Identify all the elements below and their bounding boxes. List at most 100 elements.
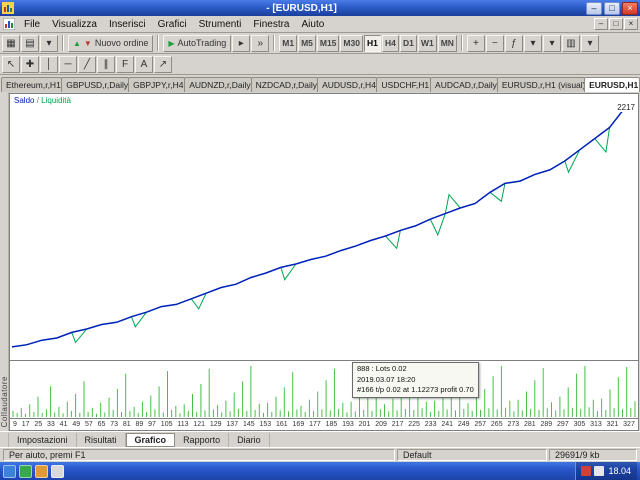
x-tick: 81 — [122, 421, 131, 428]
maximize-button[interactable]: □ — [604, 1, 620, 15]
templates-icon[interactable]: ▥ — [561, 34, 580, 52]
chart-tab-eurusd-r-h1-visual[interactable]: EURUSD,r,H1 (visual) — [496, 77, 586, 92]
zoom-out-icon[interactable]: − — [485, 34, 504, 52]
menu-finestra[interactable]: Finestra — [247, 18, 295, 31]
chart-tab-gbpjpy-r-h4[interactable]: GBPJPY,r,H4 — [128, 77, 186, 92]
chart-tab-audcad-r-daily[interactable]: AUDCAD,r,Daily — [430, 77, 498, 92]
tester-tab-grafico[interactable]: Grafico — [125, 432, 176, 447]
status-bar: Per aiuto, premi F1 Default 29691/9 kb — [0, 447, 640, 462]
tester-side-tab[interactable]: Collaudatore — [0, 92, 9, 431]
new-order-button[interactable]: ▲ ▼ Nuovo ordine — [68, 34, 154, 52]
menu-file[interactable]: File — [18, 18, 46, 31]
timeframe-h1[interactable]: H1 — [363, 34, 381, 52]
lots-histogram[interactable] — [10, 361, 638, 419]
timeframe-w1[interactable]: W1 — [417, 34, 437, 52]
chart-tab-usdchf-h1[interactable]: USDCHF,H1 — [376, 77, 432, 92]
status-profile[interactable]: Default — [397, 449, 547, 461]
terminal-icon[interactable] — [3, 464, 16, 478]
menu-grafici[interactable]: Grafici — [152, 18, 193, 31]
trendline-icon[interactable]: ╱ — [78, 55, 96, 73]
browser-icon[interactable] — [51, 464, 64, 478]
chart-tab-ethereum-r-h1[interactable]: Ethereum,r,H1 — [1, 77, 63, 92]
chart-tab-nzdcad-r-daily[interactable]: NZDCAD,r,Daily — [250, 77, 319, 92]
toolbar-separator — [62, 35, 64, 51]
chart-tab-eurusd-h1[interactable]: EURUSD,H1 — [584, 77, 640, 92]
chart-autoscroll-icon[interactable]: » — [251, 34, 270, 52]
tooltip-line-3: #166 t/p 0.02 at 1.12273 profit 0.70 — [357, 385, 474, 394]
chart-window-icon[interactable]: ▤ — [21, 34, 39, 52]
x-tick: 121 — [193, 421, 206, 428]
mdi-close-button[interactable]: × — [624, 18, 638, 30]
mdi-restore-button[interactable]: □ — [609, 18, 623, 30]
equidistant-channel-icon[interactable]: ∥ — [97, 55, 115, 73]
x-tick: 201 — [358, 421, 371, 428]
timeframe-h4[interactable]: H4 — [381, 34, 399, 52]
tester-tab-impostazioni[interactable]: Impostazioni — [8, 432, 77, 447]
menu-inserisci[interactable]: Inserisci — [103, 18, 152, 31]
timeframes-group: M1 M5 M15 M30 H1 H4 D1 W1 MN — [279, 34, 457, 52]
chart-tab-audnzd-r-daily[interactable]: AUDNZD,r,Daily — [184, 77, 252, 92]
x-tick: 41 — [59, 421, 68, 428]
menu-items: File Visualizza Inserisci Grafici Strumenti F… — [18, 18, 594, 31]
chart-tab-audusd-r-h4[interactable]: AUDUSD,r,H4 — [317, 77, 378, 92]
vertical-line-icon[interactable]: │ — [40, 55, 58, 73]
x-tick: 89 — [135, 421, 144, 428]
balance-equity-chart[interactable]: Saldo / Liquidità 2217 — [10, 94, 638, 361]
close-button[interactable]: × — [622, 1, 638, 15]
chart-tab-gbpusd-r-daily[interactable]: GBPUSD,r,Daily — [61, 77, 130, 92]
timeframe-m15[interactable]: M15 — [316, 34, 340, 52]
timeframes-dropdown-icon[interactable]: ▾ — [542, 34, 561, 52]
x-tick: 145 — [242, 421, 255, 428]
mdi-window-controls: – □ × — [594, 18, 638, 30]
minimize-button[interactable]: – — [586, 1, 602, 15]
folder-icon[interactable] — [35, 464, 48, 478]
x-tick: 17 — [21, 421, 30, 428]
text-label-icon[interactable]: A — [135, 55, 153, 73]
mdi-minimize-button[interactable]: – — [594, 18, 608, 30]
chart-buttons-group: ▦ ▤ ▾ — [2, 34, 58, 52]
application-window: - [EURUSD,H1] – □ × File Visualizza Inseri… — [0, 0, 640, 480]
toolbar-separator — [273, 35, 276, 51]
timeframe-m1[interactable]: M1 — [279, 34, 298, 52]
timeframe-m30[interactable]: M30 — [340, 34, 363, 52]
trade-tooltip: 888 : Lots 0.02 2019.03.07 18:20 #166 t/… — [352, 362, 479, 398]
lots-bars — [12, 366, 636, 417]
autotrading-play-icon: ▶ — [168, 38, 175, 48]
zoom-in-icon[interactable]: + — [466, 34, 485, 52]
indicators-dropdown-icon[interactable]: ▾ — [523, 34, 542, 52]
x-tick: 209 — [375, 421, 387, 428]
indicators-icon[interactable]: ƒ — [504, 34, 523, 52]
tester-tab-risultati[interactable]: Risultati — [77, 432, 126, 447]
new-chart-icon[interactable]: ▦ — [2, 34, 20, 52]
menu-strumenti[interactable]: Strumenti — [193, 18, 248, 31]
autotrading-button[interactable]: ▶ AutoTrading — [163, 34, 232, 52]
tooltip-line-2: 2019.03.07 18:20 — [357, 374, 416, 384]
fibonacci-icon[interactable]: F — [116, 55, 134, 73]
chart-shift-icon[interactable]: ▸ — [232, 34, 251, 52]
menu-aiuto[interactable]: Aiuto — [295, 18, 330, 31]
standard-toolbar: ▦ ▤ ▾ ▲ ▼ Nuovo ordine ▶ AutoTrading ▸» M1 M… — [0, 33, 640, 54]
arrow-objects-icon[interactable]: ↗ — [154, 55, 172, 73]
crosshair-icon[interactable]: ✚ — [21, 55, 39, 73]
horizontal-line-icon[interactable]: ─ — [59, 55, 77, 73]
x-tick: 313 — [590, 421, 602, 428]
tester-tab-rapporto[interactable]: Rapporto — [175, 432, 230, 447]
chart-icon[interactable] — [19, 464, 32, 478]
cursor-icon[interactable]: ↖ — [2, 55, 20, 73]
chart-document-icon — [3, 18, 15, 30]
x-tick: 177 — [309, 421, 321, 428]
tester-tab-diario[interactable]: Diario — [229, 432, 270, 447]
tooltip-line-1: 888 : Lots 0.02 — [357, 364, 407, 373]
zoom-indicators-group: + − ƒ ▾ ▾ ▥ ▾ — [466, 34, 599, 52]
profiles-dropdown-icon[interactable]: ▾ — [40, 34, 58, 52]
status-help-text: Per aiuto, premi F1 — [3, 449, 395, 461]
x-tick: 169 — [292, 421, 305, 428]
timeframe-m5[interactable]: M5 — [298, 34, 316, 52]
menu-visualizza[interactable]: Visualizza — [46, 18, 103, 31]
templates-dropdown-icon[interactable]: ▾ — [580, 34, 599, 52]
window-controls: – □ × — [586, 1, 638, 15]
timeframe-mn[interactable]: MN — [437, 34, 457, 52]
timeframe-d1[interactable]: D1 — [399, 34, 417, 52]
x-tick: 249 — [457, 421, 470, 428]
menu-bar: File Visualizza Inserisci Grafici Strumenti F… — [0, 16, 640, 33]
